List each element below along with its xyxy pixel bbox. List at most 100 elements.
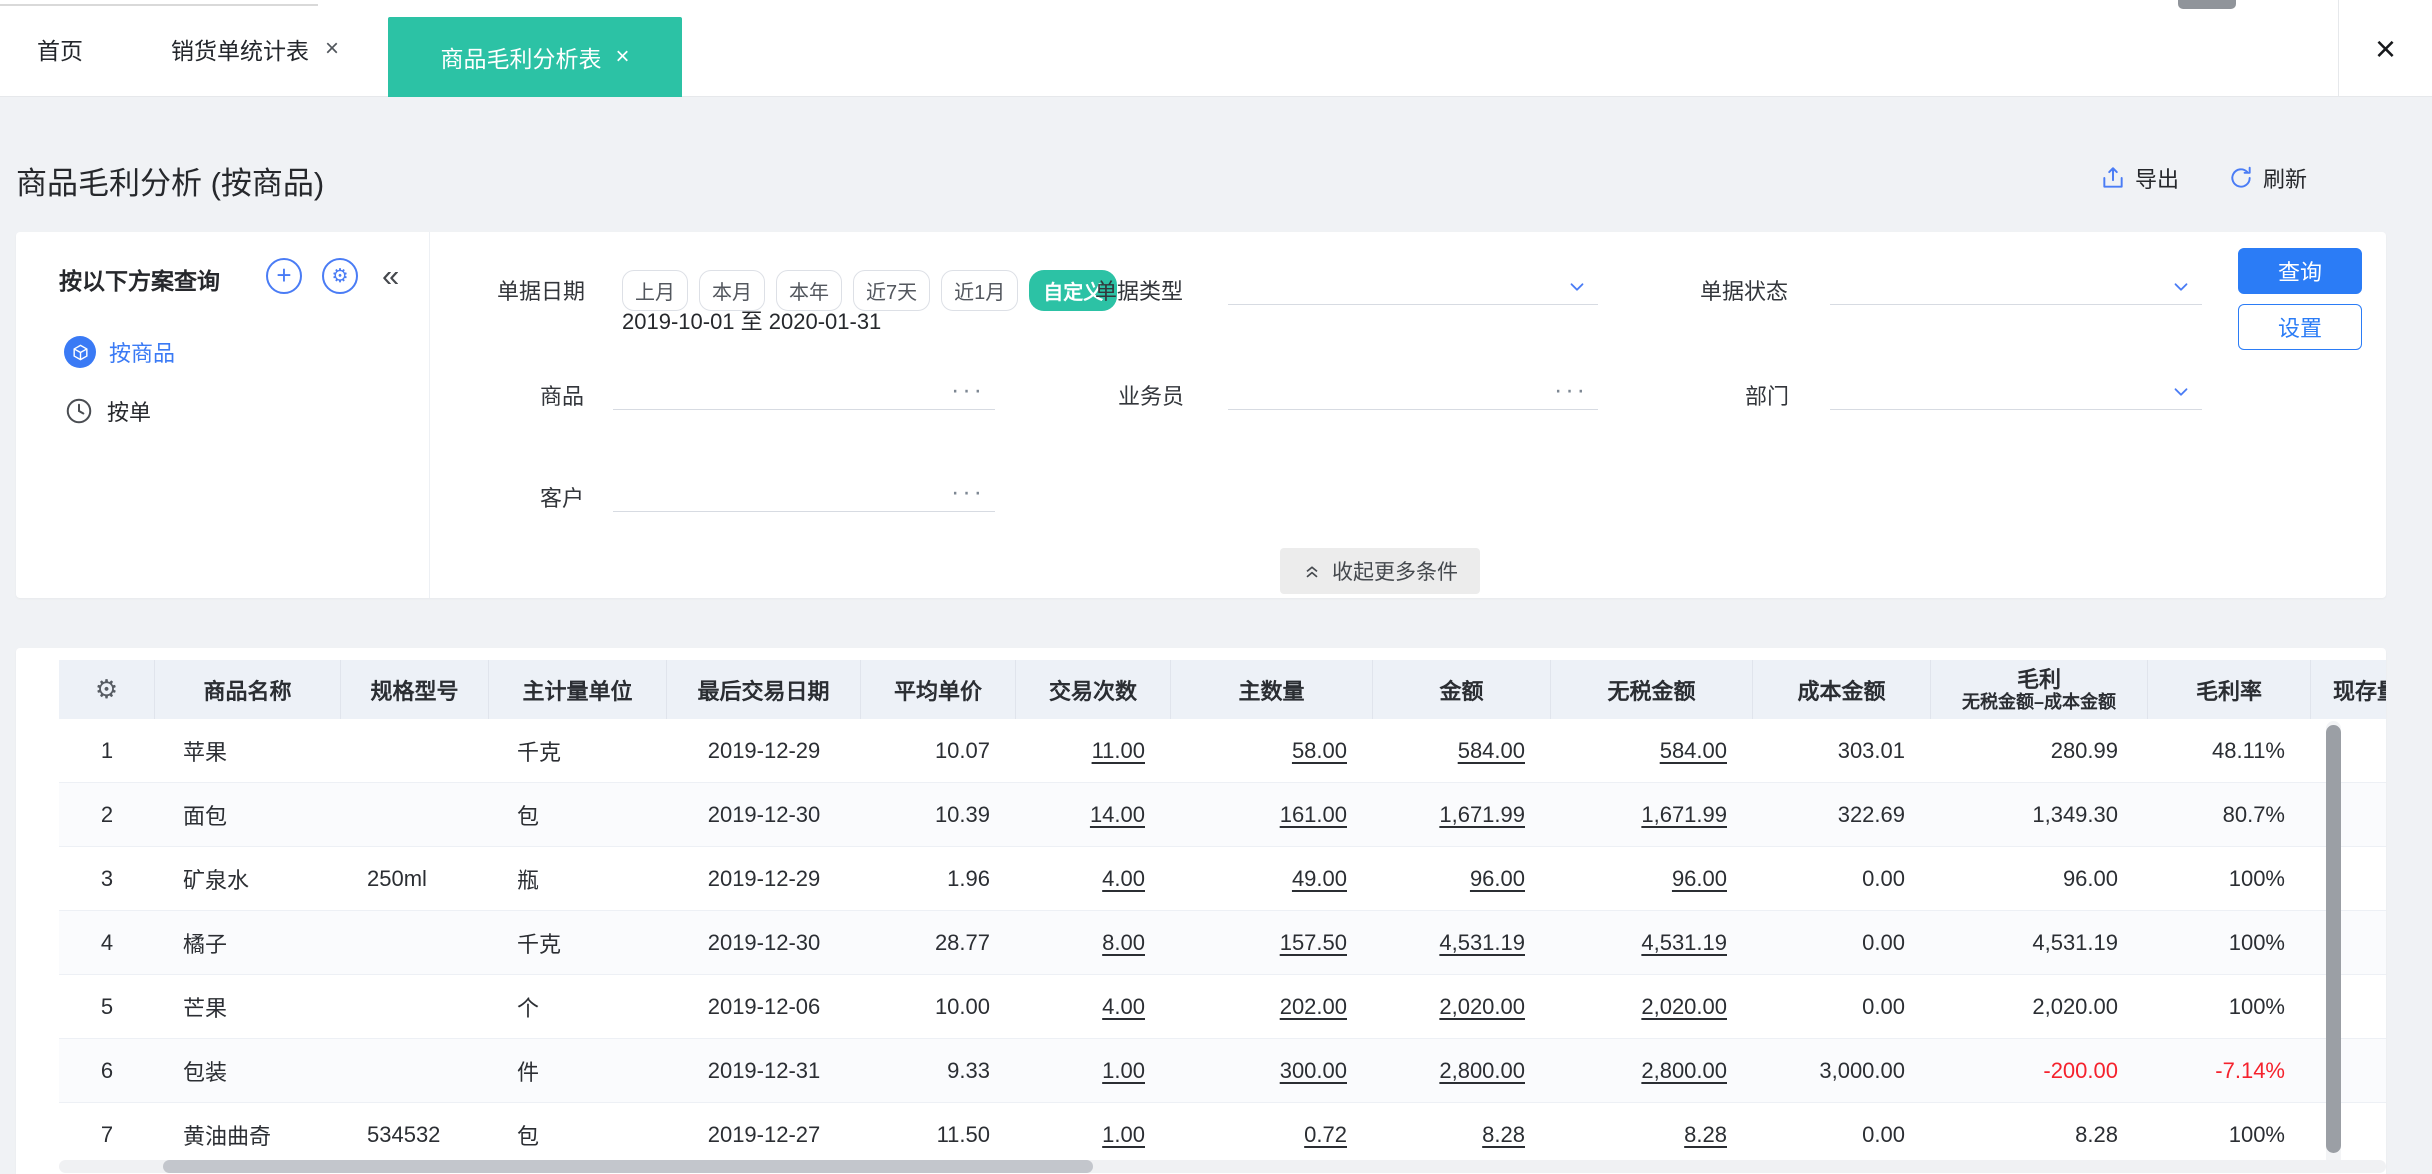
cell-cost: 0.00 <box>1862 993 1905 1019</box>
collapse-more-label: 收起更多条件 <box>1332 561 1458 584</box>
drilldown-link[interactable]: 2,800.00 <box>1439 1058 1525 1084</box>
cell-notax: 4,531.19 <box>1551 911 1753 974</box>
close-all-tabs-button[interactable]: × <box>2338 0 2432 97</box>
table-row[interactable]: 5 芒果 个 2019-12-06 10.00 4.00 202.00 2,020.00 2,0… <box>59 975 2386 1039</box>
top-scrollbar-thumb[interactable] <box>2178 0 2236 9</box>
drilldown-link[interactable]: 58.00 <box>1292 738 1347 764</box>
cell-margin: -7.14% <box>2215 1057 2285 1083</box>
column-header-num[interactable]: ⚙ <box>59 660 155 719</box>
tab-sales-report[interactable]: 销货单统计表 × <box>171 0 339 97</box>
doc-status-select[interactable] <box>1830 261 2202 305</box>
customer-picker-input[interactable]: ··· <box>613 468 995 512</box>
table-row[interactable]: 3 矿泉水 250ml 瓶 2019-12-29 1.96 4.00 49.00 96.00 96… <box>59 847 2386 911</box>
table-row[interactable]: 4 橘子 千克 2019-12-30 28.77 8.00 157.50 4,531.19 4,… <box>59 911 2386 975</box>
table-row[interactable]: 2 面包 包 2019-12-30 10.39 14.00 161.00 1,671.99 1,… <box>59 783 2386 847</box>
drilldown-link[interactable]: 4,531.19 <box>1439 930 1525 956</box>
horizontal-scrollbar-thumb[interactable] <box>163 1160 1093 1173</box>
drilldown-link[interactable]: 2,020.00 <box>1439 994 1525 1020</box>
column-header-last_date[interactable]: 最后交易日期 <box>667 660 861 719</box>
date-range-value[interactable]: 2019-10-01 至 2020-01-31 <box>622 304 881 336</box>
column-header-unit[interactable]: 主计量单位 <box>489 660 667 719</box>
cell-name: 矿泉水 <box>183 867 250 893</box>
column-header-stock[interactable]: 现存量 <box>2311 660 2386 719</box>
drilldown-link[interactable]: 584.00 <box>1660 738 1727 764</box>
scheme-settings-button[interactable]: ⚙ <box>322 258 358 294</box>
cell-qty: 0.72 <box>1171 1103 1373 1166</box>
column-header-notax[interactable]: 无税金额 <box>1551 660 1753 719</box>
drilldown-link[interactable]: 8.28 <box>1482 1122 1525 1148</box>
cell-name: 面包 <box>183 803 228 829</box>
cell-last_date: 2019-12-27 <box>707 1121 821 1147</box>
drilldown-link[interactable]: 8.28 <box>1684 1122 1727 1148</box>
refresh-button[interactable]: 刷新 <box>2228 162 2307 194</box>
column-header-profit[interactable]: 毛利 无税金额–成本金额 <box>1931 660 2148 719</box>
drilldown-link[interactable]: 161.00 <box>1280 802 1347 828</box>
drilldown-link[interactable]: 96.00 <box>1672 866 1727 892</box>
product-picker-input[interactable]: ··· <box>613 366 995 410</box>
cell-stock <box>2311 847 2386 910</box>
drilldown-link[interactable]: 1,671.99 <box>1641 802 1727 828</box>
drilldown-link[interactable]: 202.00 <box>1280 994 1347 1020</box>
drilldown-link[interactable]: 0.72 <box>1304 1122 1347 1148</box>
tab-close-icon[interactable]: × <box>325 36 339 61</box>
scheme-label: 按商品 <box>109 341 176 366</box>
query-button[interactable]: 查询 <box>2238 248 2362 294</box>
drilldown-link[interactable]: 2,800.00 <box>1641 1058 1727 1084</box>
collapse-panel-icon[interactable]: « <box>382 258 399 294</box>
tab-close-icon[interactable]: × <box>615 45 629 69</box>
cell-cost: 0.00 <box>1862 929 1905 955</box>
cell-qty: 58.00 <box>1171 719 1373 782</box>
drilldown-link[interactable]: 300.00 <box>1280 1058 1347 1084</box>
department-select[interactable] <box>1830 366 2202 410</box>
ellipsis-picker-icon: ··· <box>951 478 985 506</box>
column-header-margin[interactable]: 毛利率 <box>2148 660 2311 719</box>
cell-amount: 96.00 <box>1373 847 1551 910</box>
collapse-more-filters-button[interactable]: 收起更多条件 <box>1280 548 1480 594</box>
drilldown-link[interactable]: 14.00 <box>1090 802 1145 828</box>
cell-times: 4.00 <box>1016 975 1171 1038</box>
column-header-name[interactable]: 商品名称 <box>155 660 341 719</box>
column-settings-gear-icon[interactable]: ⚙ <box>95 674 118 705</box>
drilldown-link[interactable]: 96.00 <box>1470 866 1525 892</box>
cell-num: 3 <box>100 865 114 891</box>
tab-home[interactable]: 首页 <box>37 0 83 97</box>
drilldown-link[interactable]: 1.00 <box>1102 1058 1145 1084</box>
doc-type-select[interactable] <box>1228 261 1598 305</box>
cell-cost: 303.01 <box>1837 737 1905 763</box>
add-scheme-button[interactable]: + <box>266 258 302 294</box>
cell-last_date: 2019-12-30 <box>707 801 821 827</box>
tab-bar: 首页 销货单统计表 × 商品毛利分析表 × × <box>0 0 2432 97</box>
export-button[interactable]: 导出 <box>2100 162 2179 194</box>
table-row[interactable]: 6 包装 件 2019-12-31 9.33 1.00 300.00 2,800.00 2,80… <box>59 1039 2386 1103</box>
date-range-chip[interactable]: 近1月 <box>941 270 1019 311</box>
drilldown-link[interactable]: 11.00 <box>1092 738 1145 764</box>
tab-profit-report-active[interactable]: 商品毛利分析表 × <box>388 17 682 97</box>
table-row[interactable]: 7 黄油曲奇 534532 包 2019-12-27 11.50 1.00 0.72 8.28 8… <box>59 1103 2386 1167</box>
column-header-qty[interactable]: 主数量 <box>1171 660 1373 719</box>
cell-stock <box>2311 719 2386 782</box>
column-header-amount[interactable]: 金额 <box>1373 660 1551 719</box>
scheme-item-by-order[interactable]: 按单 <box>64 389 151 433</box>
drilldown-link[interactable]: 8.00 <box>1102 930 1145 956</box>
table-row[interactable]: 1 苹果 千克 2019-12-29 10.07 11.00 58.00 584.00 584.… <box>59 719 2386 783</box>
column-header-cost[interactable]: 成本金额 <box>1753 660 1931 719</box>
drilldown-link[interactable]: 4.00 <box>1102 994 1145 1020</box>
scheme-item-by-product[interactable]: 按商品 <box>64 330 175 374</box>
settings-button[interactable]: 设置 <box>2238 304 2362 350</box>
cell-name: 橘子 <box>183 931 228 957</box>
drilldown-link[interactable]: 4,531.19 <box>1641 930 1727 956</box>
column-header-avg_price[interactable]: 平均单价 <box>861 660 1016 719</box>
column-header-times[interactable]: 交易次数 <box>1016 660 1171 719</box>
drilldown-link[interactable]: 1,671.99 <box>1439 802 1525 828</box>
tab-label: 首页 <box>37 37 83 64</box>
drilldown-link[interactable]: 2,020.00 <box>1641 994 1727 1020</box>
salesman-picker-input[interactable]: ··· <box>1228 366 1598 410</box>
drilldown-link[interactable]: 157.50 <box>1280 930 1347 956</box>
cell-spec <box>341 719 489 782</box>
drilldown-link[interactable]: 4.00 <box>1102 866 1145 892</box>
drilldown-link[interactable]: 1.00 <box>1102 1122 1145 1148</box>
drilldown-link[interactable]: 584.00 <box>1458 738 1525 764</box>
vertical-scrollbar-thumb[interactable] <box>2326 725 2341 1153</box>
drilldown-link[interactable]: 49.00 <box>1292 866 1347 892</box>
column-header-spec[interactable]: 规格型号 <box>341 660 489 719</box>
